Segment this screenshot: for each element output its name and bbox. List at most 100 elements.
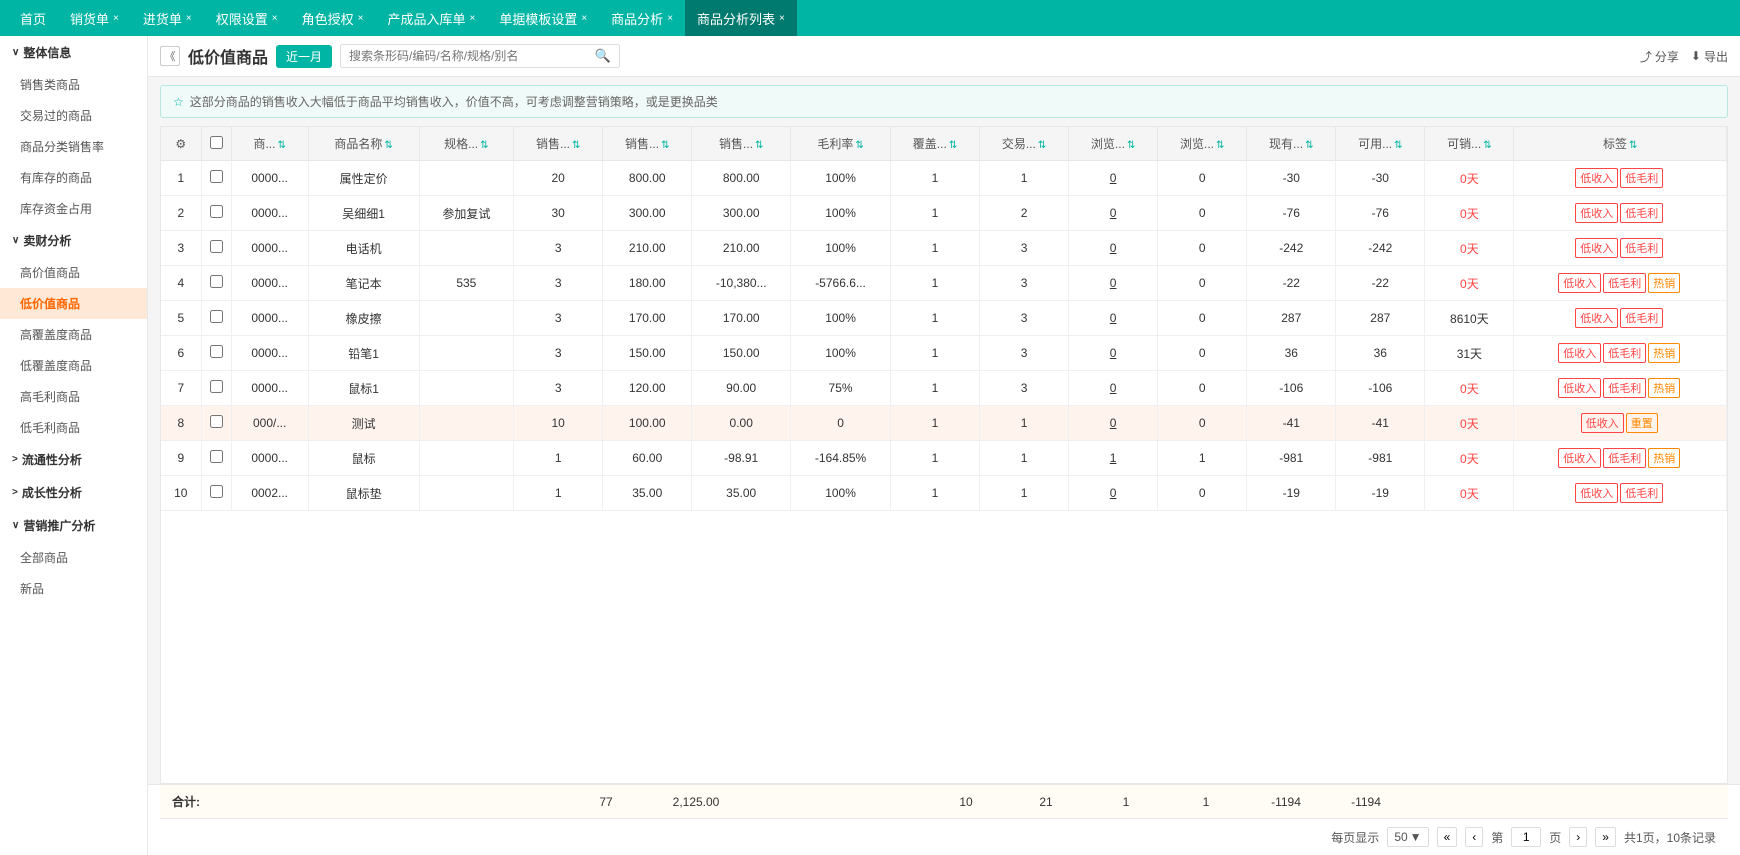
nav-item-单据模板设置[interactable]: 单据模板设置 × [487, 0, 599, 36]
prev-page-button[interactable]: ‹ [1465, 827, 1483, 847]
nav-close-icon[interactable]: × [186, 13, 192, 24]
sort-icon-trade[interactable]: ⇅ [1038, 140, 1046, 151]
nav-item-商品分析列表[interactable]: 商品分析列表 × [685, 0, 797, 36]
nav-item-销货单[interactable]: 销货单 × [58, 0, 131, 36]
row-checkbox[interactable] [210, 380, 223, 393]
sidebar-item-有库存的商品[interactable]: 有库存的商品 [0, 162, 147, 193]
sidebar-item-高价值商品[interactable]: 高价值商品 [0, 257, 147, 288]
nav-close-icon[interactable]: × [779, 13, 785, 24]
last-page-button[interactable]: » [1595, 827, 1616, 847]
view1-link[interactable]: 0 [1110, 486, 1117, 500]
sidebar-group-成长性分析[interactable]: >成长性分析 [0, 476, 147, 509]
next-page-button[interactable]: › [1569, 827, 1587, 847]
sidebar-item-高覆盖度商品[interactable]: 高覆盖度商品 [0, 319, 147, 350]
row-checkbox-cell[interactable] [201, 161, 231, 196]
search-icon[interactable]: 🔍 [595, 48, 611, 64]
page-size-selector[interactable]: 50 ▼ [1387, 827, 1428, 847]
sort-icon-margin[interactable]: ⇅ [855, 140, 863, 151]
col-header-view1[interactable]: 浏览...⇅ [1069, 127, 1158, 161]
nav-item-进货单[interactable]: 进货单 × [131, 0, 204, 36]
row-checkbox[interactable] [210, 450, 223, 463]
col-header-code[interactable]: 商...⇅ [231, 127, 308, 161]
row-checkbox[interactable] [210, 275, 223, 288]
sort-icon-sale_amount[interactable]: ⇅ [755, 140, 763, 151]
col-header-sale_qty[interactable]: 销售...⇅ [514, 127, 603, 161]
nav-close-icon[interactable]: × [581, 13, 587, 24]
col-header-coverage[interactable]: 覆盖...⇅ [890, 127, 979, 161]
view1-link[interactable]: 0 [1110, 276, 1117, 290]
sidebar-item-商品分类销售率[interactable]: 商品分类销售率 [0, 131, 147, 162]
nav-item-产成品入库单[interactable]: 产成品入库单 × [375, 0, 487, 36]
view1-link[interactable]: 0 [1110, 416, 1117, 430]
view1-link[interactable]: 0 [1110, 206, 1117, 220]
row-checkbox-cell[interactable] [201, 231, 231, 266]
sort-icon-sale_qty[interactable]: ⇅ [572, 140, 580, 151]
view1-link[interactable]: 0 [1110, 346, 1117, 360]
sidebar-item-新品[interactable]: 新品 [0, 573, 147, 604]
row-checkbox[interactable] [210, 205, 223, 218]
col-header-spec[interactable]: 规格...⇅ [419, 127, 514, 161]
row-checkbox-cell[interactable] [201, 336, 231, 371]
col-header-trade[interactable]: 交易...⇅ [980, 127, 1069, 161]
sidebar-item-低覆盖度商品[interactable]: 低覆盖度商品 [0, 350, 147, 381]
col-header-sale_amount[interactable]: 销售...⇅ [692, 127, 791, 161]
nav-item-首页[interactable]: 首页 [8, 0, 58, 36]
row-checkbox[interactable] [210, 415, 223, 428]
sort-icon-available[interactable]: ⇅ [1394, 140, 1402, 151]
view1-link[interactable]: 1 [1110, 451, 1117, 465]
collapse-button[interactable]: 《 [160, 46, 180, 66]
sidebar-item-销售类商品[interactable]: 销售类商品 [0, 69, 147, 100]
col-header-view2[interactable]: 浏览...⇅ [1158, 127, 1247, 161]
view1-link[interactable]: 0 [1110, 381, 1117, 395]
search-input[interactable] [349, 49, 595, 63]
nav-close-icon[interactable]: × [469, 13, 475, 24]
sort-icon-spec[interactable]: ⇅ [480, 140, 488, 151]
sidebar-group-整体信息[interactable]: ∨整体信息 [0, 36, 147, 69]
sort-icon-view2[interactable]: ⇅ [1216, 140, 1224, 151]
row-checkbox[interactable] [210, 310, 223, 323]
row-checkbox-cell[interactable] [201, 371, 231, 406]
filter-button[interactable]: 近一月 [276, 45, 332, 68]
row-checkbox[interactable] [210, 240, 223, 253]
sort-icon-coverage[interactable]: ⇅ [949, 140, 957, 151]
nav-close-icon[interactable]: × [113, 13, 119, 24]
sidebar-item-低毛利商品[interactable]: 低毛利商品 [0, 412, 147, 443]
sidebar-item-高毛利商品[interactable]: 高毛利商品 [0, 381, 147, 412]
col-header-margin[interactable]: 毛利率⇅ [791, 127, 891, 161]
row-checkbox[interactable] [210, 345, 223, 358]
sort-icon-name[interactable]: ⇅ [384, 140, 392, 151]
sidebar-item-库存资金占用[interactable]: 库存资金占用 [0, 193, 147, 224]
nav-close-icon[interactable]: × [272, 13, 278, 24]
nav-item-权限设置[interactable]: 权限设置 × [204, 0, 290, 36]
sidebar-item-全部商品[interactable]: 全部商品 [0, 542, 147, 573]
col-header-available[interactable]: 可用...⇅ [1336, 127, 1425, 161]
row-checkbox[interactable] [210, 485, 223, 498]
col-header-setting[interactable]: ⚙ [161, 127, 201, 161]
row-checkbox[interactable] [210, 170, 223, 183]
sidebar-item-交易过的商品[interactable]: 交易过的商品 [0, 100, 147, 131]
col-header-tag[interactable]: 标签⇅ [1514, 127, 1727, 161]
col-header-sale_price[interactable]: 销售...⇅ [603, 127, 692, 161]
sidebar-group-营销推广分析[interactable]: ∨营销推广分析 [0, 509, 147, 542]
row-checkbox-cell[interactable] [201, 301, 231, 336]
sidebar-item-低价值商品[interactable]: 低价值商品 [0, 288, 147, 319]
share-button[interactable]: ⤴ 分享 [1640, 48, 1679, 65]
row-checkbox-cell[interactable] [201, 476, 231, 511]
sort-icon-code[interactable]: ⇅ [277, 140, 285, 151]
row-checkbox-cell[interactable] [201, 441, 231, 476]
col-header-name[interactable]: 商品名称⇅ [308, 127, 419, 161]
row-checkbox-cell[interactable] [201, 406, 231, 441]
view1-link[interactable]: 0 [1110, 171, 1117, 185]
export-button[interactable]: ⬇ 导出 [1691, 48, 1728, 65]
view1-link[interactable]: 0 [1110, 311, 1117, 325]
nav-close-icon[interactable]: × [667, 13, 673, 24]
sidebar-group-卖财分析[interactable]: ∨卖财分析 [0, 224, 147, 257]
select-all-checkbox[interactable] [210, 136, 223, 149]
sort-icon-current[interactable]: ⇅ [1305, 140, 1313, 151]
nav-item-商品分析[interactable]: 商品分析 × [599, 0, 685, 36]
sort-icon-view1[interactable]: ⇅ [1127, 140, 1135, 151]
col-header-current[interactable]: 现有...⇅ [1247, 127, 1336, 161]
row-checkbox-cell[interactable] [201, 196, 231, 231]
sort-icon-saleable[interactable]: ⇅ [1483, 140, 1491, 151]
sort-icon-tag[interactable]: ⇅ [1629, 140, 1637, 151]
